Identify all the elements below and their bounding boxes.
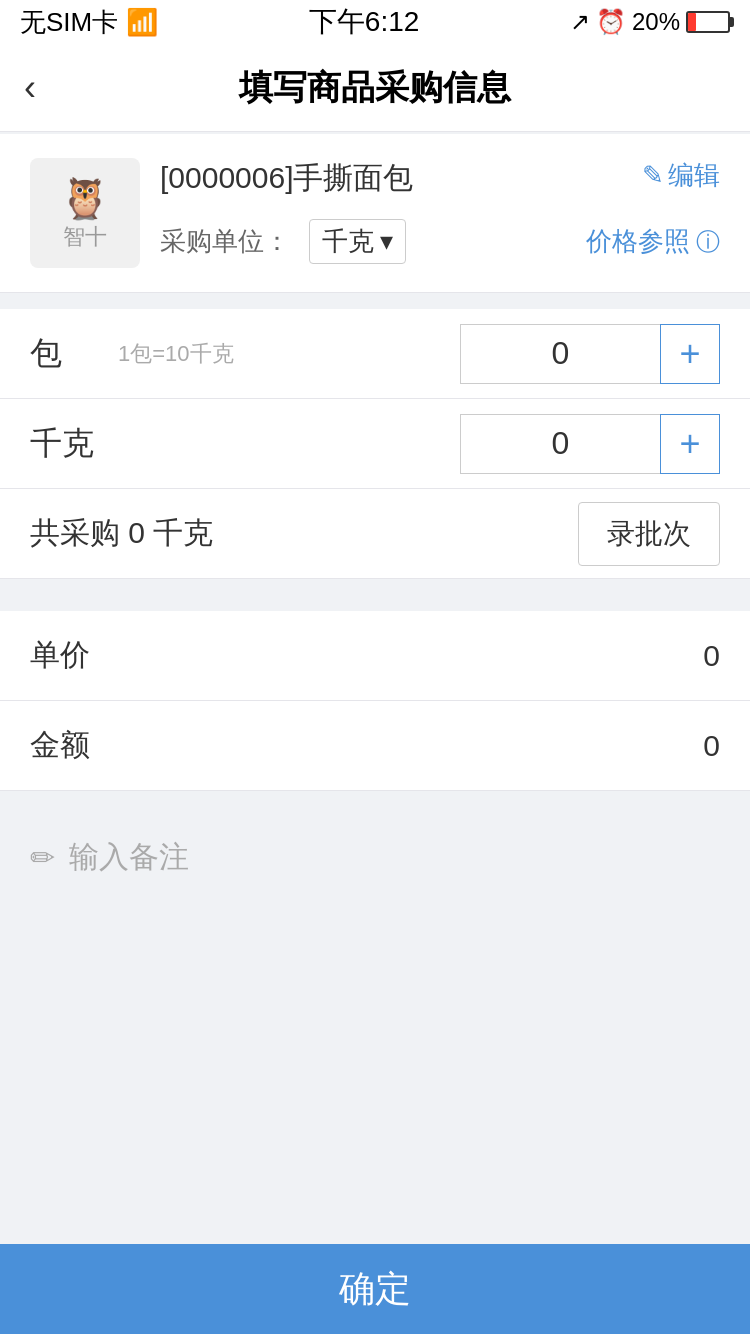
notes-section[interactable]: ✏ 输入备注 — [0, 807, 750, 907]
product-name: [0000006]手撕面包 — [160, 158, 413, 199]
empty-area — [0, 907, 750, 1267]
amount-value: 0 — [703, 729, 720, 763]
product-section: 🦉 智十 [0000006]手撕面包 ✎ 编辑 采购单位： 千克 ▾ 价格参照 … — [0, 134, 750, 293]
bag-label: 包 — [30, 332, 110, 376]
status-left: 无SIM卡 📶 — [20, 5, 158, 40]
product-logo-icon: 🦉 — [60, 175, 110, 222]
battery-text: 20% — [632, 8, 680, 36]
bag-sublabel: 1包=10千克 — [118, 339, 460, 369]
summary-row: 共采购 0 千克 录批次 — [0, 489, 750, 579]
carrier-text: 无SIM卡 — [20, 5, 118, 40]
chevron-down-icon: ▾ — [380, 226, 393, 257]
bag-plus-button[interactable]: + — [660, 324, 720, 384]
edit-icon: ✎ — [642, 160, 664, 191]
kg-input[interactable] — [460, 414, 660, 474]
unit-price-label: 单价 — [30, 635, 90, 676]
divider-2 — [0, 579, 750, 595]
kg-input-row: 千克 + — [0, 399, 750, 489]
unit-price-row: 单价 0 — [0, 611, 750, 701]
nav-bar: ‹ 填写商品采购信息 — [0, 44, 750, 132]
pencil-icon: ✏ — [30, 840, 55, 875]
bag-input-row: 包 1包=10千克 + — [0, 309, 750, 399]
page-title: 填写商品采购信息 — [239, 65, 511, 111]
notes-placeholder: 输入备注 — [69, 837, 189, 878]
kg-number-group: + — [460, 414, 720, 474]
confirm-button[interactable]: 确定 — [0, 1244, 750, 1334]
status-time: 下午6:12 — [309, 3, 420, 41]
unit-select-group: 采购单位： 千克 ▾ — [160, 219, 406, 264]
unit-label: 采购单位： — [160, 226, 290, 256]
kg-label: 千克 — [30, 422, 110, 466]
divider-1 — [0, 293, 750, 309]
amount-label: 金额 — [30, 725, 90, 766]
summary-text: 共采购 0 千克 — [30, 513, 213, 554]
location-icon: ↗ — [570, 8, 590, 36]
record-batch-button[interactable]: 录批次 — [578, 502, 720, 566]
total-value: 0 — [128, 516, 145, 549]
status-bar: 无SIM卡 📶 下午6:12 ↗ ⏰ 20% — [0, 0, 750, 44]
product-image: 🦉 智十 — [30, 158, 140, 268]
product-logo-text: 智十 — [63, 222, 107, 252]
bag-input[interactable] — [460, 324, 660, 384]
kg-plus-button[interactable]: + — [660, 414, 720, 474]
product-header: [0000006]手撕面包 ✎ 编辑 — [160, 158, 720, 199]
info-icon: ⓘ — [696, 226, 720, 258]
edit-button[interactable]: ✎ 编辑 — [642, 158, 720, 193]
product-unit-row: 采购单位： 千克 ▾ 价格参照 ⓘ — [160, 219, 720, 264]
status-right: ↗ ⏰ 20% — [570, 8, 730, 36]
unit-price-value: 0 — [703, 639, 720, 673]
input-section: 包 1包=10千克 + 千克 + 共采购 0 千克 录批次 — [0, 309, 750, 579]
alarm-icon: ⏰ — [596, 8, 626, 36]
back-button[interactable]: ‹ — [24, 67, 36, 109]
unit-dropdown[interactable]: 千克 ▾ — [309, 219, 406, 264]
product-info: [0000006]手撕面包 ✎ 编辑 采购单位： 千克 ▾ 价格参照 ⓘ — [160, 158, 720, 264]
price-section: 单价 0 金额 0 — [0, 611, 750, 791]
bag-number-group: + — [460, 324, 720, 384]
battery-icon — [686, 11, 730, 33]
price-ref-button[interactable]: 价格参照 ⓘ — [586, 224, 720, 259]
amount-row: 金额 0 — [0, 701, 750, 791]
wifi-icon: 📶 — [126, 7, 158, 38]
